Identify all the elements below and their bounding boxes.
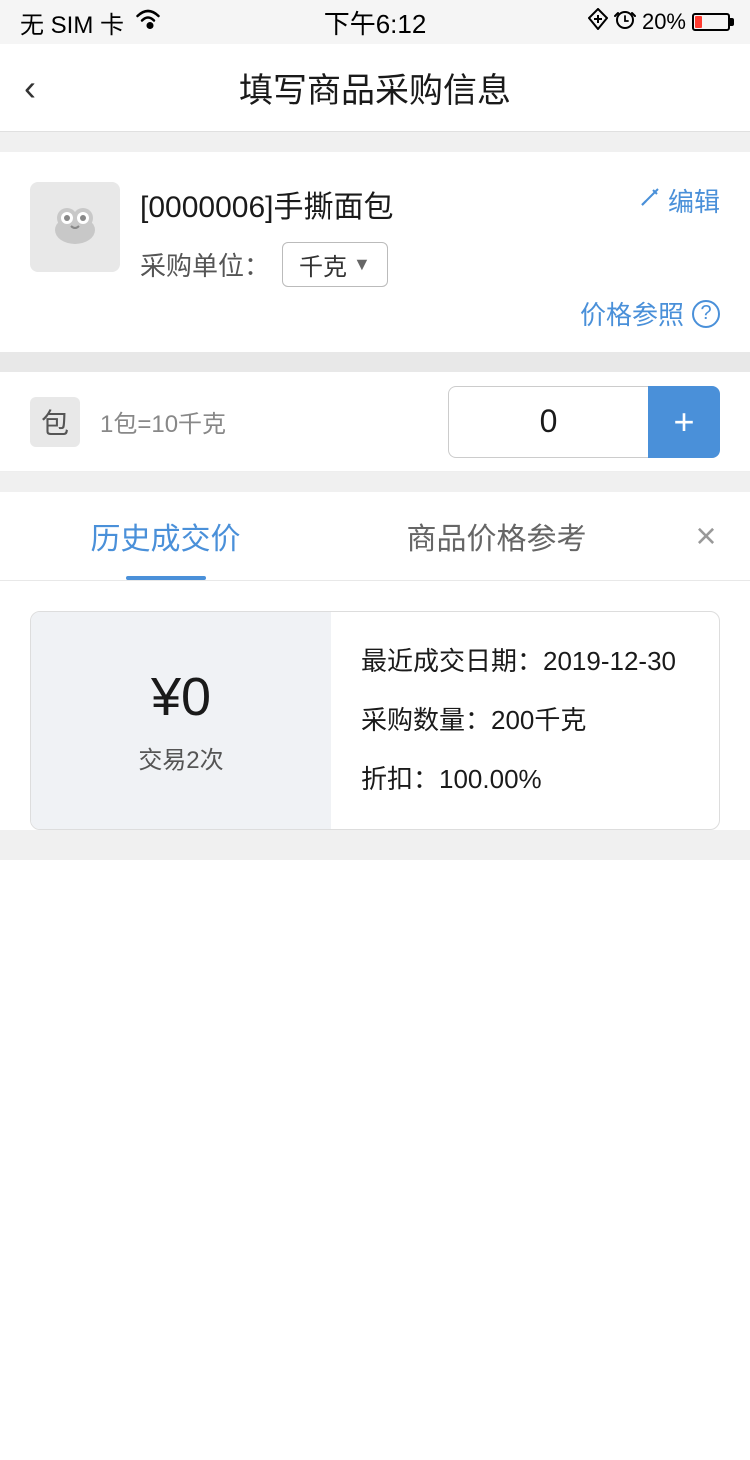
close-icon: ×	[695, 515, 716, 557]
gps-icon	[588, 8, 608, 36]
quantity-input[interactable]	[448, 386, 648, 458]
product-image-placeholder	[45, 192, 105, 262]
product-left: [0000006]手撕面包 采购单位： 千克 ▼	[30, 182, 393, 287]
unit-conversion-text: 1包=10千克	[100, 404, 226, 439]
product-card: [0000006]手撕面包 采购单位： 千克 ▼ 编辑	[0, 152, 750, 352]
tabs-area: 历史成交价 商品价格参考 × ¥0 交易2次 最近成交日期：2019-12-30…	[0, 492, 750, 830]
page-title: 填写商品采购信息	[239, 63, 511, 112]
product-thumbnail	[30, 182, 120, 272]
tab-history-price[interactable]: 历史成交价	[0, 492, 331, 580]
battery-icon	[692, 13, 730, 31]
unit-value: 千克	[299, 247, 347, 282]
tab-history-label: 历史成交价	[91, 514, 241, 558]
help-icon: ?	[692, 300, 720, 328]
battery-percentage: 20%	[642, 9, 686, 35]
price-amount: 0	[181, 667, 211, 727]
quantity-increment-button[interactable]: +	[648, 386, 720, 458]
price-symbol: ¥	[151, 667, 181, 727]
product-header: [0000006]手撕面包 采购单位： 千克 ▼ 编辑	[30, 182, 720, 287]
history-trades-count: 交易2次	[138, 740, 223, 775]
tab-product-price-ref[interactable]: 商品价格参考	[331, 492, 662, 580]
price-ref-label: 价格参照	[580, 295, 684, 332]
section-divider	[0, 352, 750, 372]
history-quantity: 采购数量：200千克	[361, 701, 689, 740]
edit-icon	[638, 185, 662, 216]
history-detail-panel: 最近成交日期：2019-12-30 采购数量：200千克 折扣：100.00%	[331, 612, 719, 829]
quantity-row: 包 1包=10千克 +	[0, 372, 750, 472]
history-price-panel: ¥0 交易2次	[31, 612, 331, 829]
back-button[interactable]: ‹	[24, 67, 36, 109]
tabs-close-button[interactable]: ×	[662, 492, 750, 580]
unit-icon-label: 包	[41, 402, 69, 442]
product-info: [0000006]手撕面包 采购单位： 千克 ▼	[140, 182, 393, 287]
edit-label: 编辑	[668, 182, 720, 219]
product-name: [0000006]手撕面包	[140, 182, 393, 226]
history-discount: 折扣：100.00%	[361, 760, 689, 799]
price-ref-row[interactable]: 价格参照 ?	[30, 295, 720, 332]
tabs-header: 历史成交价 商品价格参考 ×	[0, 492, 750, 581]
history-price-value: ¥0	[151, 666, 211, 728]
unit-selector[interactable]: 千克 ▼	[282, 242, 388, 287]
unit-icon: 包	[30, 397, 80, 447]
product-unit-row: 采购单位： 千克 ▼	[140, 242, 393, 287]
dropdown-arrow-icon: ▼	[353, 254, 371, 275]
bottom-area	[0, 860, 750, 1460]
quantity-label-group: 包 1包=10千克	[30, 397, 226, 447]
status-bar-time: 下午6:12	[324, 4, 427, 41]
status-bar: 无 SIM 卡 下午6:12 20%	[0, 0, 750, 44]
edit-button[interactable]: 编辑	[638, 182, 720, 219]
tab-price-ref-label: 商品价格参考	[407, 514, 587, 558]
status-bar-right: 20%	[588, 8, 730, 36]
network-label: 无 SIM 卡	[20, 5, 124, 40]
wifi-icon	[134, 8, 162, 37]
history-date: 最近成交日期：2019-12-30	[361, 642, 689, 681]
plus-icon: +	[673, 401, 694, 443]
status-bar-left: 无 SIM 卡	[20, 5, 162, 40]
nav-bar: ‹ 填写商品采购信息	[0, 44, 750, 132]
history-card: ¥0 交易2次 最近成交日期：2019-12-30 采购数量：200千克 折扣：…	[30, 611, 720, 830]
unit-label: 采购单位：	[140, 246, 270, 283]
quantity-input-group: +	[448, 386, 720, 458]
alarm-icon	[614, 8, 636, 36]
